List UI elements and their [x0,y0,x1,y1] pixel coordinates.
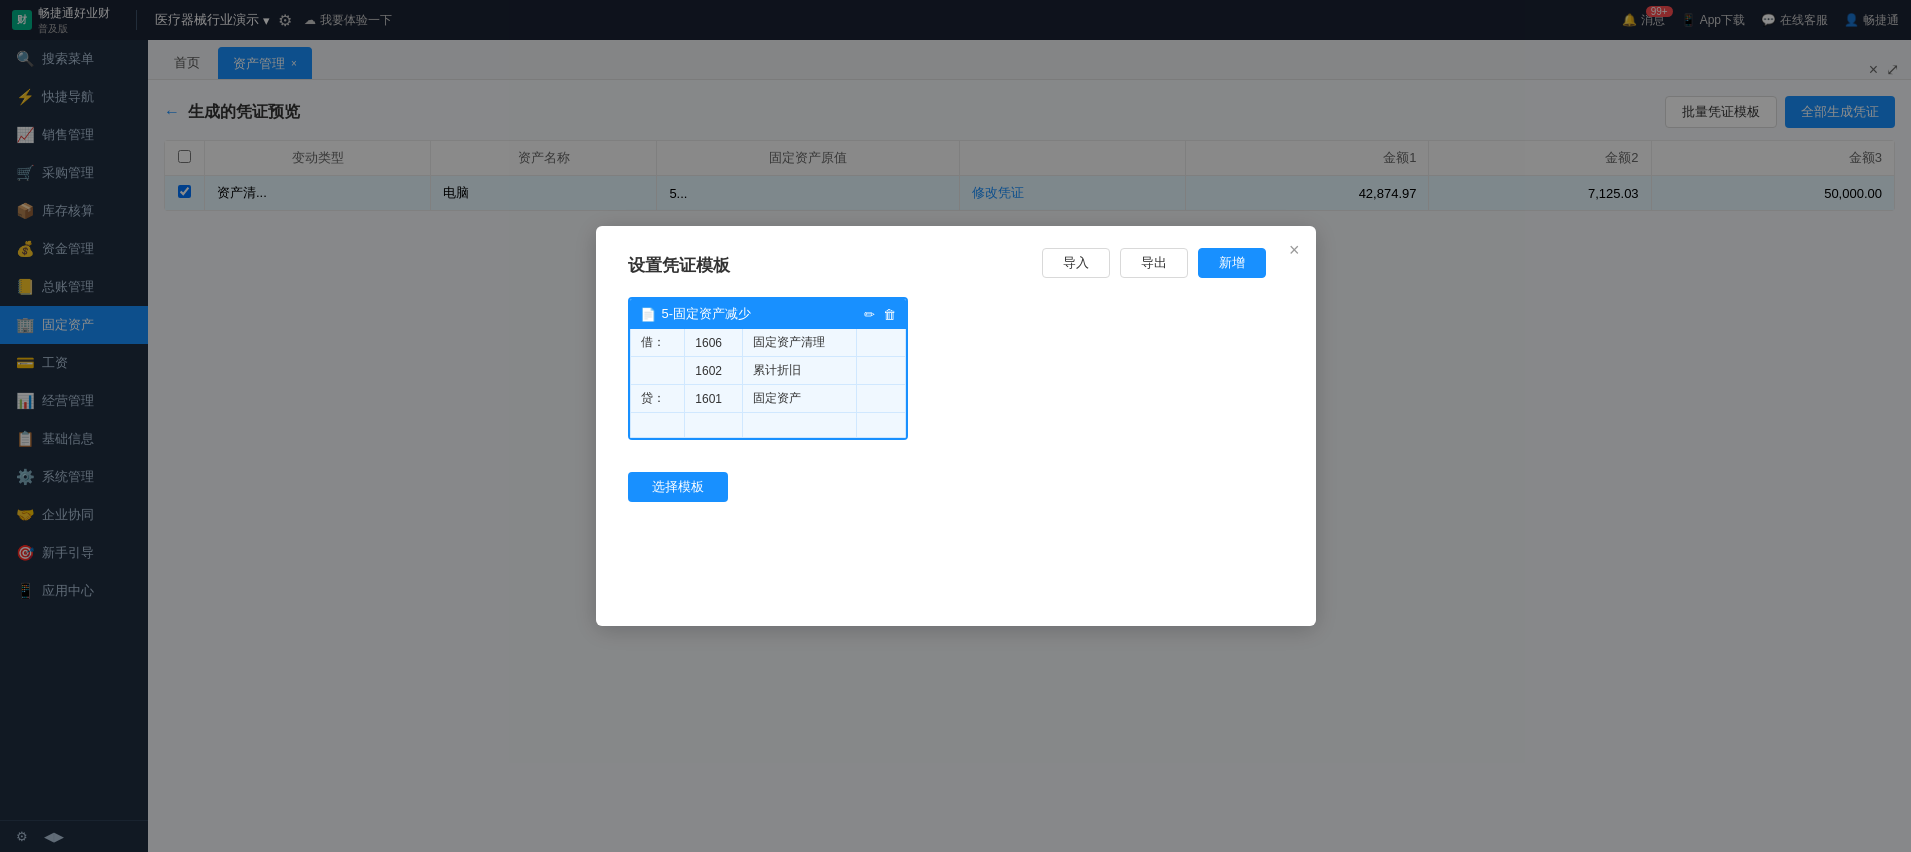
template-entry-row-empty [630,413,905,438]
template-card-header: 📄 5-固定资产减少 ✏ 🗑 [630,299,906,329]
entry-name-1: 固定资产清理 [743,329,856,357]
entry-name-2: 累计折旧 [743,357,856,385]
entry-extra-3 [856,385,905,413]
modal-overlay: × 设置凭证模板 导入 导出 新增 📄 [148,80,1911,852]
entry-empty-1 [630,413,685,438]
page-content: ← 生成的凭证预览 批量凭证模板 全部生成凭证 变动类型 [148,80,1911,852]
export-btn[interactable]: 导出 [1120,248,1188,278]
template-delete-icon[interactable]: 🗑 [883,307,896,322]
template-card-actions: ✏ 🗑 [864,307,896,322]
entry-name-3: 固定资产 [743,385,856,413]
modal-set-template: × 设置凭证模板 导入 导出 新增 📄 [596,226,1316,626]
template-file-icon: 📄 [640,307,656,322]
modal-header-actions: 导入 导出 新增 [1042,248,1266,278]
entry-code-1: 1606 [685,329,743,357]
entry-empty-3 [743,413,856,438]
template-entry-row: 1602 累计折旧 [630,357,905,385]
entry-type-3: 贷： [630,385,685,413]
import-btn[interactable]: 导入 [1042,248,1110,278]
entry-empty-2 [685,413,743,438]
template-entry-row: 贷： 1601 固定资产 [630,385,905,413]
content-area: 首页 资产管理 × × ⤢ ← 生成的凭证预览 [148,40,1911,852]
entry-extra-1 [856,329,905,357]
modal-close-btn[interactable]: × [1289,240,1300,261]
template-entry-row: 借： 1606 固定资产清理 [630,329,905,357]
entry-extra-2 [856,357,905,385]
template-card-body: 借： 1606 固定资产清理 1602 累计折旧 [630,329,906,438]
template-card: 📄 5-固定资产减少 ✏ 🗑 [628,297,908,440]
template-card-title: 5-固定资产减少 [662,305,752,323]
entry-type-1: 借： [630,329,685,357]
entry-type-2 [630,357,685,385]
entry-code-2: 1602 [685,357,743,385]
choose-template-btn[interactable]: 选择模板 [628,472,728,502]
template-entries-table: 借： 1606 固定资产清理 1602 累计折旧 [630,329,906,438]
template-edit-icon[interactable]: ✏ [864,307,875,322]
new-template-btn[interactable]: 新增 [1198,248,1266,278]
entry-code-3: 1601 [685,385,743,413]
entry-empty-4 [856,413,905,438]
choose-template-area: 选择模板 [628,456,1284,502]
